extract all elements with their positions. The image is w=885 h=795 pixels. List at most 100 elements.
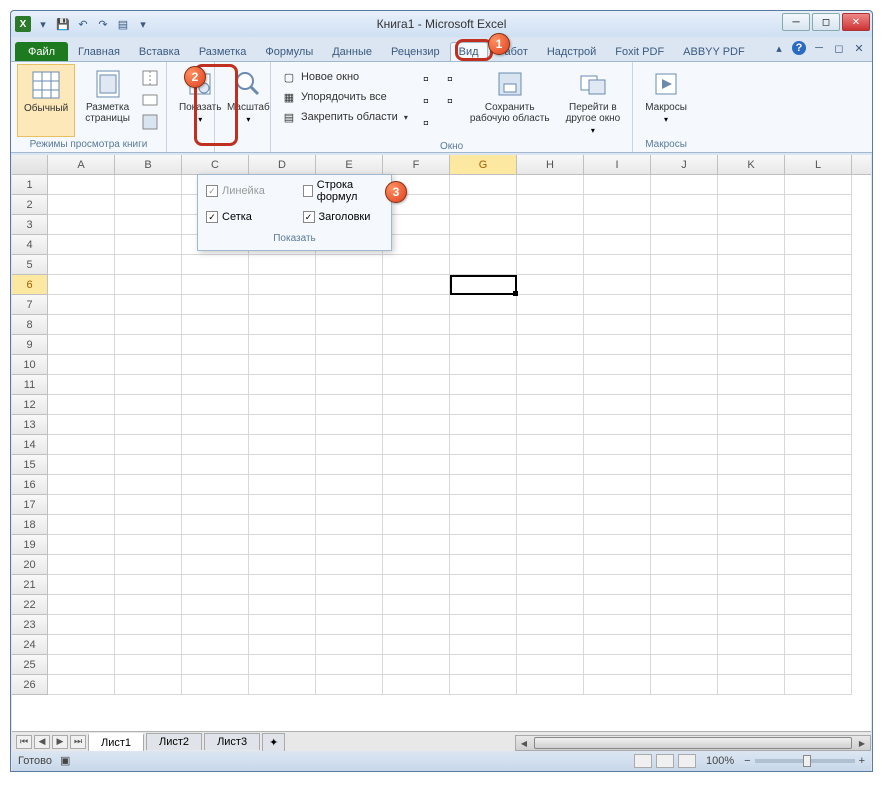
cell[interactable] [182, 615, 249, 635]
cell[interactable] [785, 575, 852, 595]
cell[interactable] [182, 275, 249, 295]
cell[interactable] [383, 475, 450, 495]
cell[interactable] [718, 255, 785, 275]
cell[interactable] [115, 275, 182, 295]
cell[interactable] [450, 435, 517, 455]
cell[interactable] [651, 555, 718, 575]
cell[interactable] [651, 495, 718, 515]
cell[interactable] [249, 615, 316, 635]
cell[interactable] [249, 315, 316, 335]
cell[interactable] [182, 655, 249, 675]
horizontal-scrollbar[interactable]: ◀ ▶ [515, 735, 871, 751]
cell[interactable] [651, 435, 718, 455]
split-icon[interactable]: ▫ [416, 70, 436, 90]
cell[interactable] [182, 335, 249, 355]
cell[interactable] [48, 395, 115, 415]
row-header[interactable]: 15 [12, 455, 48, 475]
switch-window-button[interactable]: Перейти в другое окно ▾ [560, 64, 627, 139]
cell[interactable] [115, 335, 182, 355]
cell[interactable] [182, 595, 249, 615]
cell[interactable] [249, 555, 316, 575]
cell[interactable] [182, 295, 249, 315]
cell[interactable] [517, 275, 584, 295]
cell[interactable] [316, 515, 383, 535]
cell[interactable] [584, 435, 651, 455]
cell[interactable] [584, 515, 651, 535]
cell[interactable] [584, 495, 651, 515]
cell[interactable] [249, 375, 316, 395]
column-header[interactable]: E [316, 155, 383, 174]
cell[interactable] [651, 655, 718, 675]
macros-button[interactable]: Макросы ▾ [639, 64, 693, 137]
cell[interactable] [718, 435, 785, 455]
tab-home[interactable]: Главная [69, 42, 129, 61]
new-sheet-button[interactable]: ✦ [262, 733, 285, 751]
column-header[interactable]: C [182, 155, 249, 174]
cell[interactable] [450, 235, 517, 255]
macro-record-icon[interactable]: ▣ [60, 754, 74, 768]
maximize-button[interactable]: ◻ [812, 13, 840, 31]
sheet-tab-2[interactable]: Лист2 [146, 733, 202, 750]
scroll-right-icon[interactable]: ▶ [854, 736, 870, 750]
zoom-percent[interactable]: 100% [700, 755, 740, 767]
cell[interactable] [48, 195, 115, 215]
row-header[interactable]: 24 [12, 635, 48, 655]
cell[interactable] [651, 675, 718, 695]
cell[interactable] [584, 575, 651, 595]
cell[interactable] [517, 235, 584, 255]
cell[interactable] [517, 315, 584, 335]
cell[interactable] [249, 595, 316, 615]
cell[interactable] [249, 455, 316, 475]
cell[interactable] [316, 355, 383, 375]
cell[interactable] [115, 215, 182, 235]
cell[interactable] [785, 375, 852, 395]
cell[interactable] [48, 335, 115, 355]
cell[interactable] [316, 315, 383, 335]
column-header[interactable]: K [718, 155, 785, 174]
normal-view-button[interactable]: Обычный [17, 64, 75, 137]
cell[interactable] [450, 615, 517, 635]
cell[interactable] [48, 675, 115, 695]
zoom-out-button[interactable]: − [744, 755, 750, 767]
cell[interactable] [249, 515, 316, 535]
cell[interactable] [517, 215, 584, 235]
cell[interactable] [718, 195, 785, 215]
cell[interactable] [785, 315, 852, 335]
cell[interactable] [182, 495, 249, 515]
tab-data[interactable]: Данные [323, 42, 381, 61]
cell[interactable] [718, 375, 785, 395]
cell[interactable] [115, 455, 182, 475]
cell[interactable] [450, 515, 517, 535]
cell[interactable] [316, 435, 383, 455]
cell[interactable] [115, 595, 182, 615]
undo-icon[interactable]: ↶ [75, 16, 91, 32]
row-header[interactable]: 21 [12, 575, 48, 595]
cell[interactable] [115, 175, 182, 195]
sheet-tab-1[interactable]: Лист1 [88, 733, 144, 751]
cell[interactable] [48, 255, 115, 275]
cell[interactable] [450, 495, 517, 515]
cell[interactable] [718, 315, 785, 335]
cell[interactable] [450, 255, 517, 275]
cell[interactable] [383, 435, 450, 455]
zoom-thumb[interactable] [803, 755, 811, 767]
freeze-button[interactable]: ▤Закрепить области▾ [277, 108, 412, 126]
cell[interactable] [718, 535, 785, 555]
cell[interactable] [383, 295, 450, 315]
cell[interactable] [249, 435, 316, 455]
cell[interactable] [383, 575, 450, 595]
cell[interactable] [249, 395, 316, 415]
cell[interactable] [48, 475, 115, 495]
cell[interactable] [182, 575, 249, 595]
cell[interactable] [48, 275, 115, 295]
cell[interactable] [517, 535, 584, 555]
cell[interactable] [383, 595, 450, 615]
cell[interactable] [785, 595, 852, 615]
cell[interactable] [785, 295, 852, 315]
cell[interactable] [517, 575, 584, 595]
cell[interactable] [316, 575, 383, 595]
cell[interactable] [584, 315, 651, 335]
cell[interactable] [115, 375, 182, 395]
cell[interactable] [651, 615, 718, 635]
cell[interactable] [450, 595, 517, 615]
